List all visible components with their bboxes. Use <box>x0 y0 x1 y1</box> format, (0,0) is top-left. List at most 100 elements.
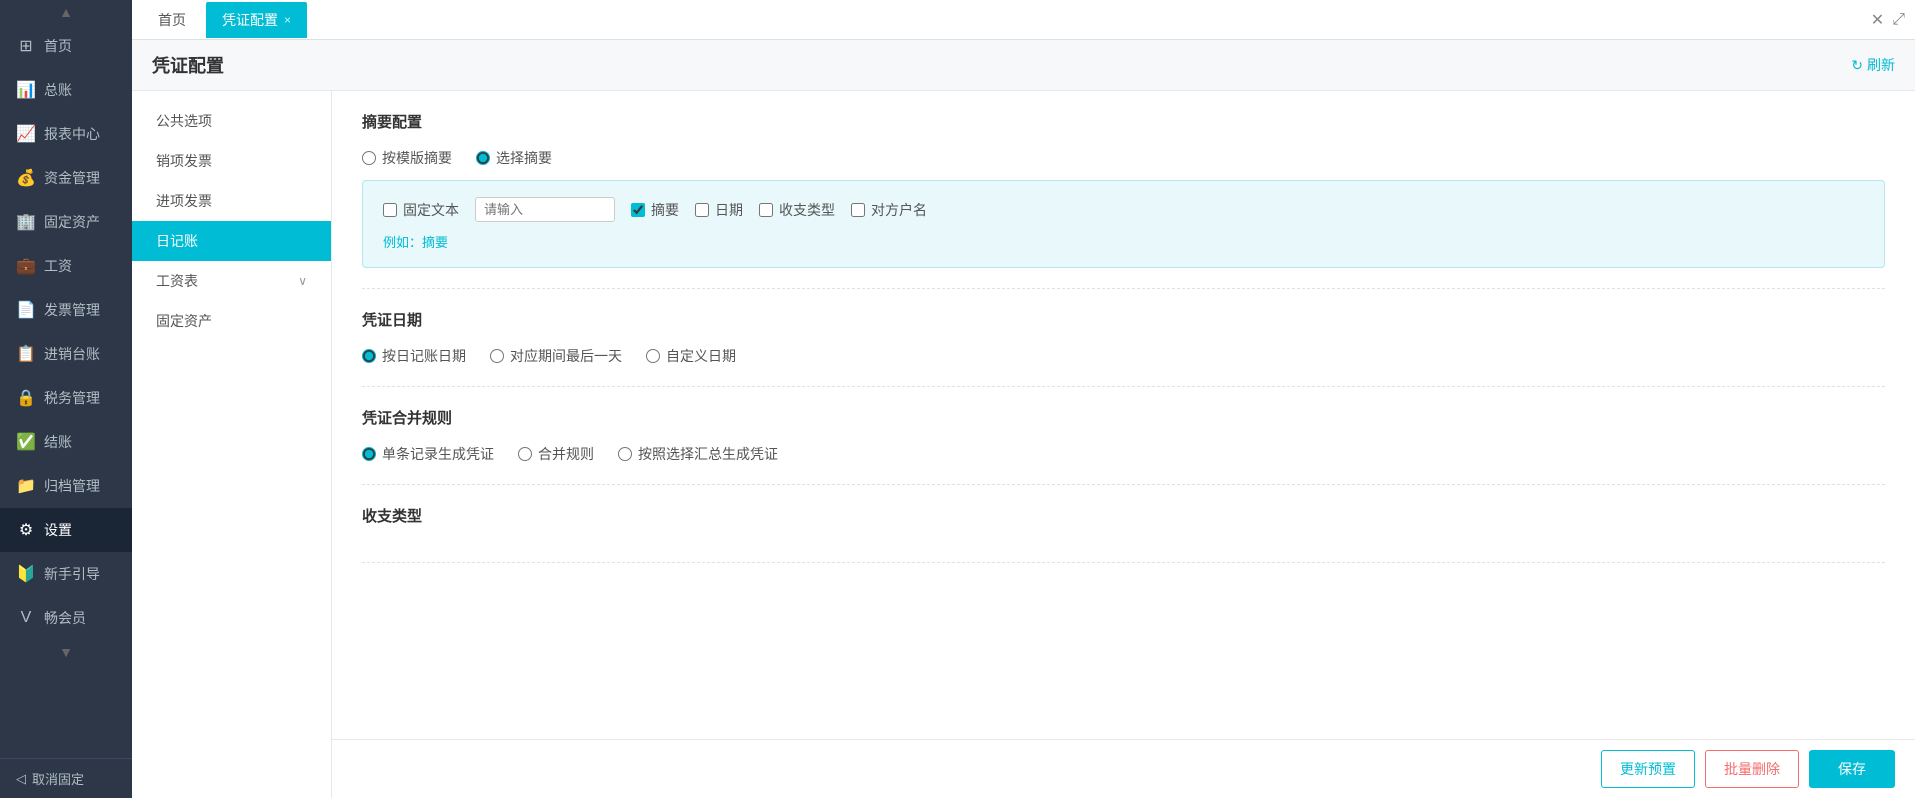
pin-icon: ◁ <box>16 771 26 787</box>
sidebar-item-settings[interactable]: ⚙ 设置 <box>0 508 132 552</box>
income-section-title: 收支类型 <box>362 505 1885 526</box>
sidebar-item-reports[interactable]: 📈 报表中心 <box>0 112 132 156</box>
sidebar-item-ledger[interactable]: 📊 总账 <box>0 68 132 112</box>
radio-merge-rule-input[interactable] <box>518 447 532 461</box>
fixed-text-checkbox[interactable] <box>383 203 397 217</box>
checkbox-fixed-text[interactable]: 固定文本 <box>383 200 459 220</box>
save-button[interactable]: 保存 <box>1809 750 1895 788</box>
radio-select-summary[interactable]: 选择摘要 <box>476 148 552 168</box>
radio-by-journal-date[interactable]: 按日记账日期 <box>362 346 466 366</box>
counterpart-checkbox[interactable] <box>851 203 865 217</box>
invoice-mgmt-icon: 📄 <box>16 300 36 320</box>
checkbox-counterpart[interactable]: 对方户名 <box>851 200 927 220</box>
tax-icon: 🔒 <box>16 388 36 408</box>
funds-icon: 💰 <box>16 168 36 188</box>
batch-delete-button[interactable]: 批量删除 <box>1705 750 1799 788</box>
sidebar-item-archive[interactable]: 📁 归档管理 <box>0 464 132 508</box>
payroll-icon: 💼 <box>16 256 36 276</box>
nav-journal[interactable]: 日记账 <box>132 221 331 261</box>
left-nav: 公共选项 销项发票 进项发票 日记账 工资表 ∨ 固定资产 <box>132 91 332 798</box>
checkbox-income-type[interactable]: 收支类型 <box>759 200 835 220</box>
update-preview-button[interactable]: 更新预置 <box>1601 750 1695 788</box>
nav-public[interactable]: 公共选项 <box>132 101 331 141</box>
chevron-down-icon: ∨ <box>298 274 307 288</box>
home-icon: ⊞ <box>16 36 36 56</box>
summary-checkbox[interactable] <box>631 203 645 217</box>
ledger-icon: 📊 <box>16 80 36 100</box>
date-section: 凭证日期 按日记账日期 对应期间最后一天 自定义日期 <box>362 309 1885 387</box>
date-checkbox[interactable] <box>695 203 709 217</box>
refresh-icon: ↻ <box>1851 57 1863 74</box>
settings-icon: ⚙ <box>16 520 36 540</box>
tab-close-button[interactable]: × <box>284 13 291 27</box>
radio-select-summary-input[interactable] <box>476 151 490 165</box>
summary-radio-group: 按模版摘要 选择摘要 <box>362 148 1885 168</box>
reports-icon: 📈 <box>16 124 36 144</box>
content-area: 公共选项 销项发票 进项发票 日记账 工资表 ∨ 固定资产 <box>132 91 1915 798</box>
checkbox-summary[interactable]: 摘要 <box>631 200 679 220</box>
vip-icon: V <box>16 609 36 627</box>
income-type-checkbox[interactable] <box>759 203 773 217</box>
merge-radio-group: 单条记录生成凭证 合并规则 按照选择汇总生成凭证 <box>362 444 1885 464</box>
sidebar-item-fixed-assets[interactable]: 🏢 固定资产 <box>0 200 132 244</box>
summary-section: 摘要配置 按模版摘要 选择摘要 <box>362 111 1885 289</box>
sidebar: ▲ ⊞ 首页 📊 总账 📈 报表中心 💰 资金管理 🏢 固定资产 💼 工资 📄 … <box>0 0 132 798</box>
sidebar-scroll-up[interactable]: ▲ <box>0 0 132 24</box>
fixed-text-input[interactable] <box>475 197 615 222</box>
refresh-button[interactable]: ↻ 刷新 <box>1851 55 1895 75</box>
archive-icon: 📁 <box>16 476 36 496</box>
radio-custom-date[interactable]: 自定义日期 <box>646 346 736 366</box>
date-section-title: 凭证日期 <box>362 309 1885 330</box>
fixed-assets-icon: 🏢 <box>16 212 36 232</box>
tab-bar-controls: ✕ ⤢ <box>1871 10 1905 30</box>
date-radio-group: 按日记账日期 对应期间最后一天 自定义日期 <box>362 346 1885 366</box>
sidebar-item-settlement[interactable]: ✅ 结账 <box>0 420 132 464</box>
sidebar-item-vip[interactable]: V 畅会员 <box>0 596 132 640</box>
guide-icon: 🔰 <box>16 564 36 584</box>
summary-section-title: 摘要配置 <box>362 111 1885 132</box>
sidebar-item-guide[interactable]: 🔰 新手引导 <box>0 552 132 596</box>
merge-section: 凭证合并规则 单条记录生成凭证 合并规则 按照选择汇总生成凭证 <box>362 407 1885 485</box>
right-content: 摘要配置 按模版摘要 选择摘要 <box>332 91 1915 739</box>
radio-custom-date-input[interactable] <box>646 349 660 363</box>
main-area: 首页 凭证配置 × ✕ ⤢ 凭证配置 ↻ 刷新 公共选项 销项发票 进 <box>132 0 1915 798</box>
sidebar-item-payroll[interactable]: 💼 工资 <box>0 244 132 288</box>
bottom-bar: 更新预置 批量删除 保存 <box>332 739 1915 798</box>
tab-voucher-config[interactable]: 凭证配置 × <box>206 2 307 38</box>
checkbox-date[interactable]: 日期 <box>695 200 743 220</box>
radio-template-summary-input[interactable] <box>362 151 376 165</box>
tab-bar: 首页 凭证配置 × ✕ ⤢ <box>132 0 1915 40</box>
radio-single-record[interactable]: 单条记录生成凭证 <box>362 444 494 464</box>
sidebar-scroll-down[interactable]: ▼ <box>0 640 132 664</box>
nav-payroll-table[interactable]: 工资表 ∨ <box>132 261 331 301</box>
merge-section-title: 凭证合并规则 <box>362 407 1885 428</box>
radio-last-day-input[interactable] <box>490 349 504 363</box>
sidebar-item-home[interactable]: ⊞ 首页 <box>0 24 132 68</box>
page-title: 凭证配置 <box>152 52 224 78</box>
purchase-sales-icon: 📋 <box>16 344 36 364</box>
window-close-button[interactable]: ✕ <box>1871 10 1884 30</box>
radio-summary-generate[interactable]: 按照选择汇总生成凭证 <box>618 444 778 464</box>
nav-purchase-invoice[interactable]: 进项发票 <box>132 181 331 221</box>
radio-template-summary[interactable]: 按模版摘要 <box>362 148 452 168</box>
window-restore-button[interactable]: ⤢ <box>1892 11 1905 29</box>
cancel-fixed-button[interactable]: ◁ 取消固定 <box>0 758 132 798</box>
sidebar-item-invoice-mgmt[interactable]: 📄 发票管理 <box>0 288 132 332</box>
summary-options-row: 固定文本 摘要 日期 <box>383 197 1864 222</box>
income-section: 收支类型 <box>362 505 1885 563</box>
radio-last-day[interactable]: 对应期间最后一天 <box>490 346 622 366</box>
sidebar-item-funds[interactable]: 💰 资金管理 <box>0 156 132 200</box>
radio-single-record-input[interactable] <box>362 447 376 461</box>
page-header: 凭证配置 ↻ 刷新 <box>132 40 1915 91</box>
radio-by-journal-date-input[interactable] <box>362 349 376 363</box>
sidebar-item-purchase-sales[interactable]: 📋 进销台账 <box>0 332 132 376</box>
radio-merge-rule[interactable]: 合并规则 <box>518 444 594 464</box>
summary-example: 例如：摘要 <box>383 232 1864 251</box>
summary-config-box: 固定文本 摘要 日期 <box>362 180 1885 268</box>
nav-sales-invoice[interactable]: 销项发票 <box>132 141 331 181</box>
radio-summary-generate-input[interactable] <box>618 447 632 461</box>
sidebar-item-tax[interactable]: 🔒 税务管理 <box>0 376 132 420</box>
settlement-icon: ✅ <box>16 432 36 452</box>
nav-fixed-asset[interactable]: 固定资产 <box>132 301 331 341</box>
tab-home[interactable]: 首页 <box>142 2 202 38</box>
